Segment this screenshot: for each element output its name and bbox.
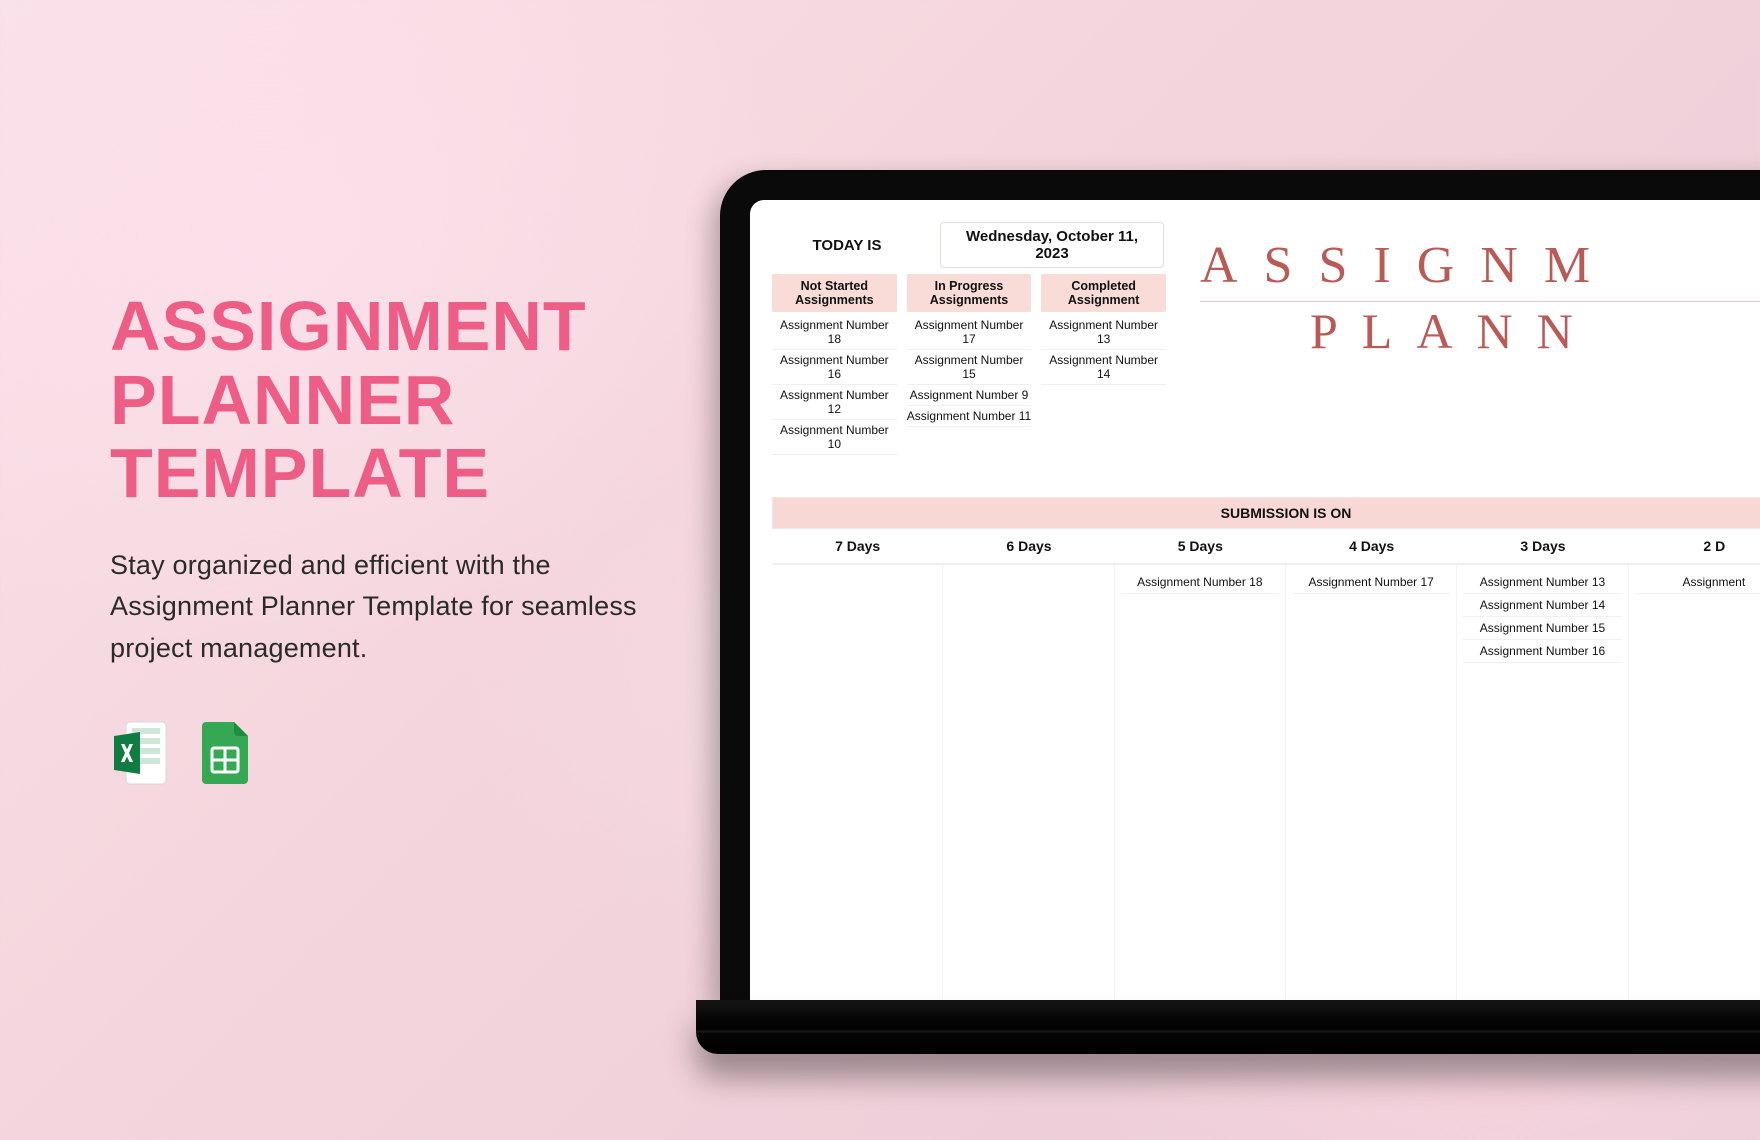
list-item: Assignment Number 15	[907, 350, 1032, 385]
list-item: Assignment Number 12	[772, 385, 897, 420]
today-label: TODAY IS	[772, 237, 922, 254]
excel-icon	[110, 718, 170, 788]
status-col-completed: Completed Assignment Assignment Number 1…	[1041, 274, 1166, 455]
planner-top-row: TODAY IS Wednesday, October 11, 2023 Not…	[772, 222, 1760, 455]
status-col-in-progress: In Progress Assignments Assignment Numbe…	[907, 274, 1032, 455]
day-cell: Assignment Number 17	[1286, 565, 1457, 1000]
day-header: 5 Days	[1115, 529, 1286, 564]
list-item: Assignment Number 14	[1041, 350, 1166, 385]
brand-line1: ASSIGNM	[1200, 236, 1760, 295]
list-item: Assignment Number 11	[907, 406, 1032, 427]
spreadsheet-screen: TODAY IS Wednesday, October 11, 2023 Not…	[750, 200, 1760, 1000]
days-grid: Assignment Number 18 Assignment Number 17…	[772, 565, 1760, 1000]
status-header: Completed Assignment	[1041, 274, 1166, 312]
status-header: Not Started Assignments	[772, 274, 897, 312]
file-format-icons	[110, 718, 670, 788]
submission-header: SUBMISSION IS ON	[772, 497, 1760, 529]
status-list: Assignment Number 17Assignment Number 15…	[907, 315, 1032, 427]
laptop-base	[696, 1000, 1760, 1054]
list-item: Assignment Number 10	[772, 420, 897, 455]
today-date: Wednesday, October 11, 2023	[940, 222, 1164, 268]
list-item: Assignment Number 18	[772, 315, 897, 350]
laptop-mockup: TODAY IS Wednesday, October 11, 2023 Not…	[720, 170, 1760, 1054]
day-cell: Assignment Number 18	[1115, 565, 1286, 1000]
promo-description: Stay organized and efficient with the As…	[110, 545, 670, 671]
day-header: 3 Days	[1457, 529, 1628, 564]
days-header-row: 7 Days6 Days5 Days4 Days3 Days2 D	[772, 529, 1760, 565]
day-header: 2 D	[1629, 529, 1760, 564]
status-list: Assignment Number 18Assignment Number 16…	[772, 315, 897, 455]
status-header: In Progress Assignments	[907, 274, 1032, 312]
promo-title-line2: PLANNER TEMPLATE	[110, 361, 490, 513]
planner-brand: ASSIGNM PLANN	[1180, 222, 1760, 360]
status-col-not-started: Not Started Assignments Assignment Numbe…	[772, 274, 897, 455]
brand-line2: PLANN	[1200, 302, 1760, 360]
assignment-item: Assignment Number 17	[1292, 571, 1450, 594]
assignment-item: Assignment	[1635, 571, 1760, 594]
day-cell	[943, 565, 1114, 1000]
assignment-item: Assignment Number 16	[1463, 640, 1621, 663]
promo-title-line1: ASSIGNMENT	[110, 287, 587, 365]
day-header: 6 Days	[943, 529, 1114, 564]
list-item: Assignment Number 16	[772, 350, 897, 385]
day-cell	[772, 565, 943, 1000]
status-columns: Not Started Assignments Assignment Numbe…	[772, 274, 1166, 455]
assignment-item: Assignment Number 13	[1463, 571, 1621, 594]
list-item: Assignment Number 17	[907, 315, 1032, 350]
day-header: 7 Days	[772, 529, 943, 564]
list-item: Assignment Number 9	[907, 385, 1032, 406]
status-list: Assignment Number 13Assignment Number 14	[1041, 315, 1166, 385]
assignment-item: Assignment Number 15	[1463, 617, 1621, 640]
day-cell: Assignment Number 13Assignment Number 14…	[1457, 565, 1628, 1000]
google-sheets-icon	[196, 718, 256, 788]
assignment-item: Assignment Number 18	[1121, 571, 1279, 594]
today-block: TODAY IS Wednesday, October 11, 2023 Not…	[772, 222, 1180, 455]
day-header: 4 Days	[1286, 529, 1457, 564]
list-item: Assignment Number 13	[1041, 315, 1166, 350]
promo-title: ASSIGNMENT PLANNER TEMPLATE	[110, 290, 670, 511]
assignment-item: Assignment Number 14	[1463, 594, 1621, 617]
laptop-bezel: TODAY IS Wednesday, October 11, 2023 Not…	[720, 170, 1760, 1000]
promo-block: ASSIGNMENT PLANNER TEMPLATE Stay organiz…	[110, 290, 670, 788]
day-cell: Assignment	[1629, 565, 1760, 1000]
